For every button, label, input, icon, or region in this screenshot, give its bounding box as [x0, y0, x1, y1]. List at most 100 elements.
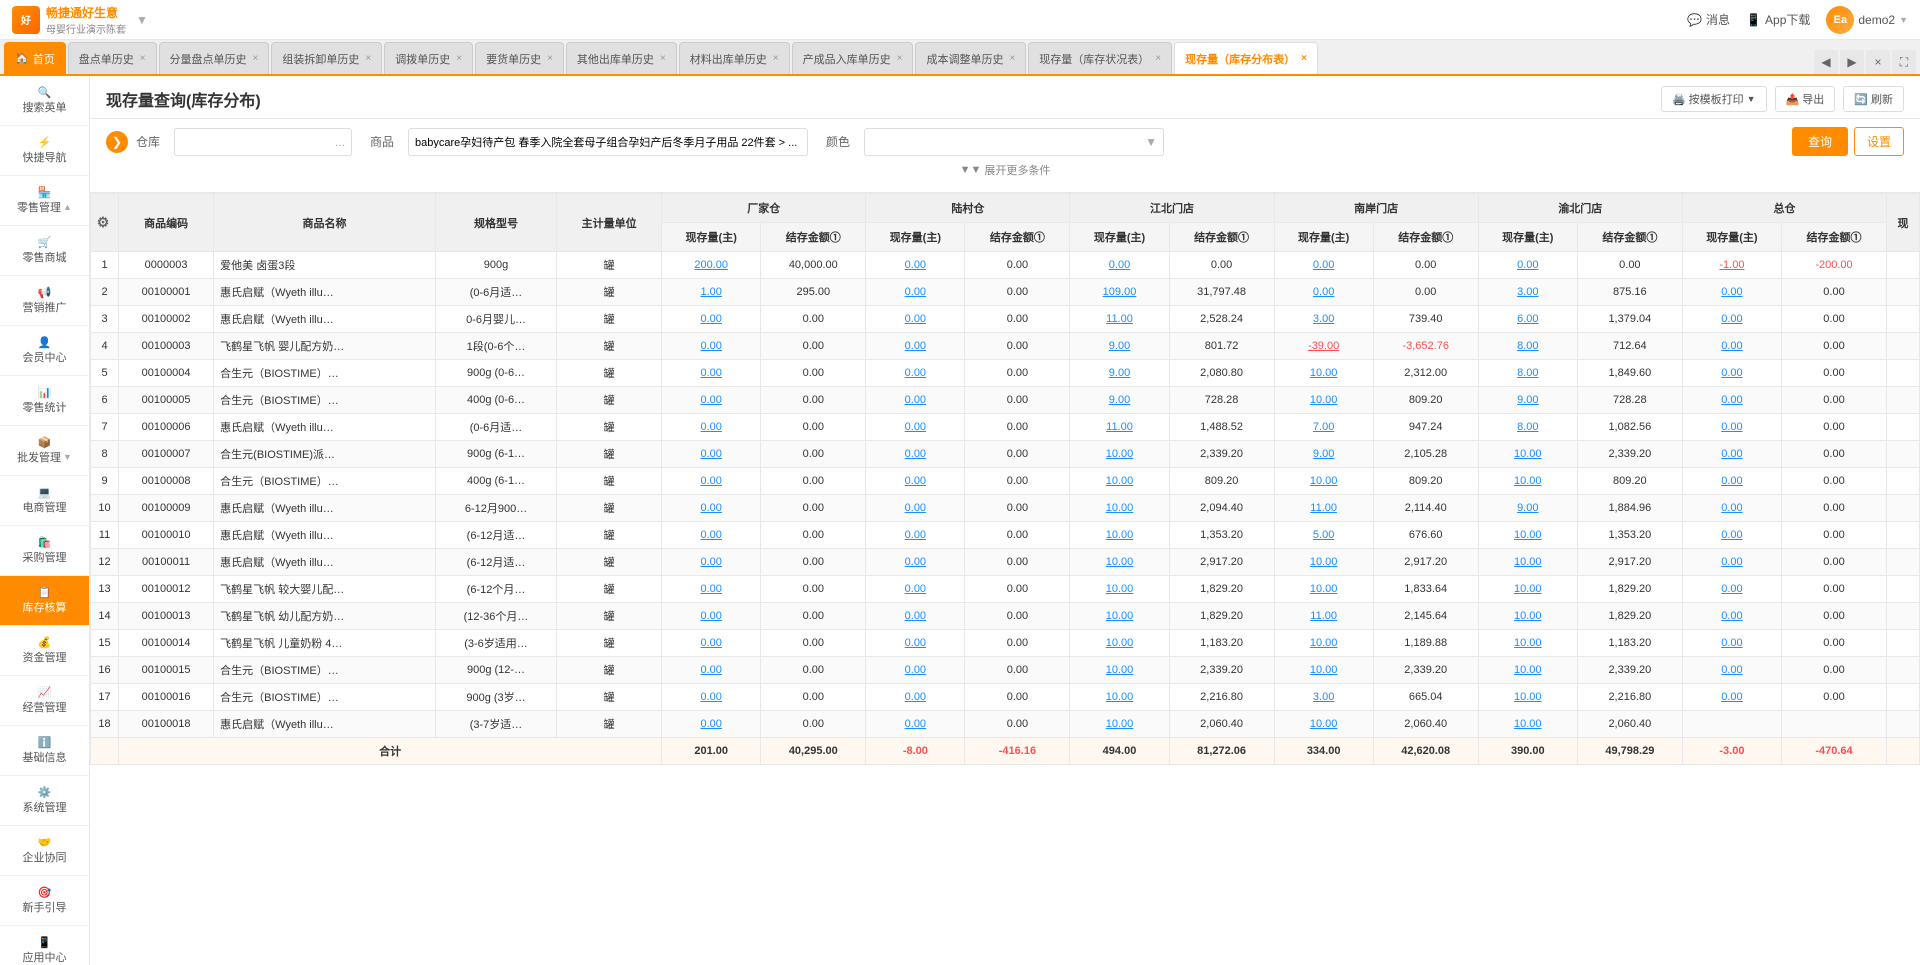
sidebar-item-basic-info[interactable]: ℹ️ 基础信息 — [0, 726, 89, 776]
row-nb-qty[interactable]: 0.00 — [1274, 279, 1373, 306]
row-nb-qty[interactable]: 10.00 — [1274, 549, 1373, 576]
row-jb-qty[interactable]: 10.00 — [1070, 657, 1169, 684]
row-total-qty[interactable]: 0.00 — [1682, 603, 1781, 630]
row-jb-qty[interactable]: 10.00 — [1070, 603, 1169, 630]
row-yb-qty[interactable]: 8.00 — [1478, 414, 1577, 441]
row-l-qty[interactable]: 0.00 — [866, 684, 965, 711]
refresh-btn[interactable]: 🔄 刷新 — [1843, 86, 1904, 112]
sidebar-item-retail-mall[interactable]: 🛒 零售商城 — [0, 226, 89, 276]
query-btn[interactable]: 查询 — [1792, 127, 1848, 156]
expand-conditions-btn[interactable]: ▼▼ 展开更多条件 — [952, 160, 1059, 180]
tab-requisition[interactable]: 要货单历史 × — [475, 42, 564, 74]
row-total-qty[interactable]: 0.00 — [1682, 441, 1781, 468]
row-l-qty[interactable]: 0.00 — [866, 576, 965, 603]
tab-close-btn[interactable]: × — [1301, 53, 1307, 64]
sidebar-item-apps[interactable]: 📱 应用中心 — [0, 926, 89, 965]
tab-home[interactable]: 🏠 首页 — [4, 42, 66, 74]
row-total-qty[interactable]: 0.00 — [1682, 306, 1781, 333]
row-yb-qty[interactable]: 8.00 — [1478, 360, 1577, 387]
row-l-qty[interactable]: 0.00 — [866, 522, 965, 549]
row-f-qty[interactable]: 0.00 — [662, 387, 761, 414]
row-total-qty[interactable]: 0.00 — [1682, 657, 1781, 684]
row-yb-qty[interactable]: 10.00 — [1478, 630, 1577, 657]
tab-close-btn[interactable]: × — [456, 53, 462, 64]
tab-close-btn[interactable]: × — [660, 53, 666, 64]
row-l-qty[interactable]: 0.00 — [866, 468, 965, 495]
row-jb-qty[interactable]: 9.00 — [1070, 387, 1169, 414]
tab-close-btn[interactable]: × — [365, 53, 371, 64]
table-wrap[interactable]: ⚙ 商品编码 商品名称 规格型号 主计量单位 厂家仓 陆村仓 江北门店 南岸门店… — [90, 193, 1920, 965]
row-jb-qty[interactable]: 10.00 — [1070, 549, 1169, 576]
row-l-qty[interactable]: 0.00 — [866, 306, 965, 333]
row-total-qty[interactable]: 0.00 — [1682, 468, 1781, 495]
message-btn[interactable]: 💬 消息 — [1687, 11, 1730, 28]
tab-close-btn[interactable]: × — [547, 53, 553, 64]
row-l-qty[interactable]: 0.00 — [866, 360, 965, 387]
tab-close-btn[interactable]: × — [253, 53, 259, 64]
tab-assembly[interactable]: 组装拆卸单历史 × — [271, 42, 382, 74]
row-nb-qty[interactable]: 10.00 — [1274, 468, 1373, 495]
row-nb-qty[interactable]: 3.00 — [1274, 306, 1373, 333]
row-total-qty[interactable]: 0.00 — [1682, 684, 1781, 711]
row-yb-qty[interactable]: 10.00 — [1478, 684, 1577, 711]
tab-stock-status[interactable]: 现存量（库存状况表） × — [1028, 42, 1172, 74]
tabs-prev-btn[interactable]: ◀ — [1814, 50, 1838, 74]
row-total-qty[interactable]: 0.00 — [1682, 333, 1781, 360]
row-yb-qty[interactable]: 10.00 — [1478, 711, 1577, 738]
row-f-qty[interactable]: 0.00 — [662, 549, 761, 576]
row-f-qty[interactable]: 0.00 — [662, 306, 761, 333]
row-f-qty[interactable]: 0.00 — [662, 522, 761, 549]
row-nb-qty[interactable]: 10.00 — [1274, 387, 1373, 414]
row-nb-qty[interactable]: 0.00 — [1274, 252, 1373, 279]
row-f-qty[interactable]: 0.00 — [662, 360, 761, 387]
sidebar-item-purchase[interactable]: 🛍️ 采购管理 — [0, 526, 89, 576]
row-yb-qty[interactable]: 10.00 — [1478, 603, 1577, 630]
row-total-qty[interactable]: 0.00 — [1682, 495, 1781, 522]
row-f-qty[interactable]: 0.00 — [662, 630, 761, 657]
row-nb-qty[interactable]: 11.00 — [1274, 603, 1373, 630]
tab-material-outbound[interactable]: 材料出库单历史 × — [679, 42, 790, 74]
tabs-expand-btn[interactable]: ⛶ — [1892, 50, 1916, 74]
row-nb-qty[interactable]: 9.00 — [1274, 441, 1373, 468]
row-jb-qty[interactable]: 10.00 — [1070, 576, 1169, 603]
row-l-qty[interactable]: 0.00 — [866, 495, 965, 522]
sidebar-item-finance[interactable]: 💰 资金管理 — [0, 626, 89, 676]
filter-toggle-btn[interactable]: ❯ — [106, 131, 128, 153]
row-nb-qty[interactable]: 10.00 — [1274, 630, 1373, 657]
row-f-qty[interactable]: 1.00 — [662, 279, 761, 306]
tab-inventory-check[interactable]: 盘点单历史 × — [68, 42, 157, 74]
row-f-qty[interactable]: 0.00 — [662, 468, 761, 495]
row-nb-qty[interactable]: 10.00 — [1274, 657, 1373, 684]
row-nb-qty[interactable]: -39.00 — [1274, 333, 1373, 360]
row-l-qty[interactable]: 0.00 — [866, 549, 965, 576]
row-total-qty[interactable]: 0.00 — [1682, 279, 1781, 306]
row-yb-qty[interactable]: 3.00 — [1478, 279, 1577, 306]
export-btn[interactable]: 📤 导出 — [1775, 86, 1836, 112]
row-yb-qty[interactable]: 9.00 — [1478, 495, 1577, 522]
row-l-qty[interactable]: 0.00 — [866, 441, 965, 468]
row-jb-qty[interactable]: 11.00 — [1070, 414, 1169, 441]
user-avatar[interactable]: Ea demo2 ▼ — [1826, 6, 1908, 34]
tab-close-btn[interactable]: × — [897, 53, 903, 64]
sidebar-item-system[interactable]: ⚙️ 系统管理 — [0, 776, 89, 826]
row-total-qty[interactable]: 0.00 — [1682, 522, 1781, 549]
row-f-qty[interactable]: 0.00 — [662, 684, 761, 711]
row-yb-qty[interactable]: 9.00 — [1478, 387, 1577, 414]
sidebar-item-wholesale[interactable]: 📦 批发管理 ▼ — [0, 426, 89, 476]
tabs-close-btn[interactable]: × — [1866, 50, 1890, 74]
row-total-qty[interactable]: 0.00 — [1682, 549, 1781, 576]
row-f-qty[interactable]: 0.00 — [662, 495, 761, 522]
row-l-qty[interactable]: 0.00 — [866, 333, 965, 360]
tab-stock-dist[interactable]: 现存量（库存分布表） × — [1174, 42, 1318, 74]
color-dropdown-icon[interactable]: ▼ — [1139, 135, 1163, 149]
row-jb-qty[interactable]: 11.00 — [1070, 306, 1169, 333]
tab-transfer[interactable]: 调拨单历史 × — [384, 42, 473, 74]
row-yb-qty[interactable]: 8.00 — [1478, 333, 1577, 360]
row-jb-qty[interactable]: 109.00 — [1070, 279, 1169, 306]
sidebar-item-retail-stats[interactable]: 📊 零售统计 — [0, 376, 89, 426]
sidebar-item-guide[interactable]: 🎯 新手引导 — [0, 876, 89, 926]
sidebar-item-retail-manage[interactable]: 🏪 零售管理 ▲ — [0, 176, 89, 226]
row-total-qty[interactable]: 0.00 — [1682, 360, 1781, 387]
row-l-qty[interactable]: 0.00 — [866, 387, 965, 414]
sidebar-item-ecommerce[interactable]: 💻 电商管理 — [0, 476, 89, 526]
